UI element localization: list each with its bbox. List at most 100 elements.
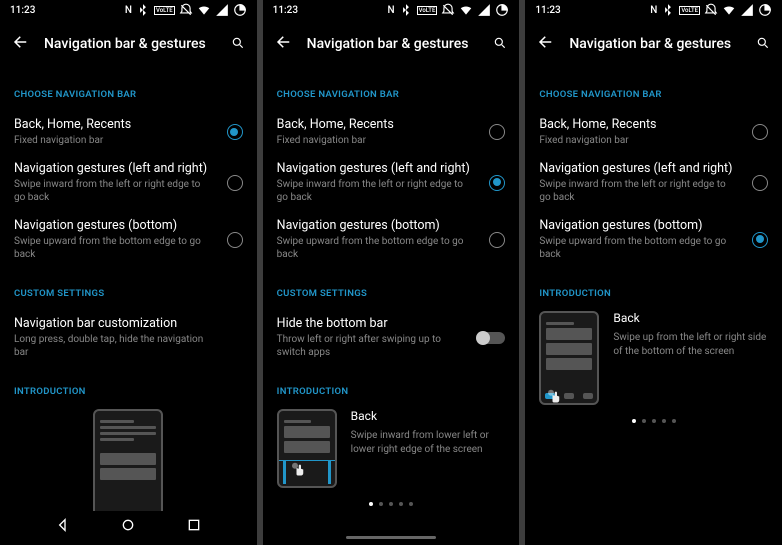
signal-icon [477,3,491,17]
signal-icon [740,3,754,17]
option-gestures-bottom[interactable]: Navigation gestures (bottom) Swipe upwar… [539,211,768,268]
dot-icon [652,419,656,423]
radio-icon[interactable] [489,232,505,248]
option-subtitle: Fixed navigation bar [539,134,729,147]
option-gestures-bottom[interactable]: Navigation gestures (bottom) Swipe upwar… [277,211,506,268]
search-icon[interactable] [756,35,770,54]
nav-recents-icon[interactable] [186,517,202,537]
radio-icon[interactable] [227,232,243,248]
search-icon[interactable] [493,35,507,54]
intro-title: Back [351,409,506,423]
option-back-home-recents[interactable]: Back, Home, Recents Fixed navigation bar [539,110,768,154]
battery-icon [758,3,772,17]
option-navbar-customization[interactable]: Navigation bar customization Long press,… [14,309,243,366]
option-gestures-lr[interactable]: Navigation gestures (left and right) Swi… [277,154,506,211]
option-gestures-lr[interactable]: Navigation gestures (left and right) Swi… [539,154,768,211]
clock: 11:23 [273,5,298,16]
option-hide-bottom-bar[interactable]: Hide the bottom bar Throw left or right … [277,309,506,366]
option-title: Navigation gestures (left and right) [14,161,227,176]
bluetooth-icon [136,3,150,17]
status-icons: N VoLTE [125,3,247,17]
navigation-bar [0,511,257,545]
volte-icon: VoLTE [417,6,438,15]
section-custom: CUSTOM SETTINGS [14,288,243,299]
app-bar: Navigation bar & gestures [263,19,520,69]
nav-back-icon[interactable] [55,517,71,537]
radio-icon[interactable] [227,175,243,191]
hand-gesture-icon [289,462,307,480]
option-gestures-lr[interactable]: Navigation gestures (left and right) Swi… [14,154,243,211]
radio-icon[interactable] [489,175,505,191]
clock: 11:23 [535,5,560,16]
option-title: Hide the bottom bar [277,316,478,331]
clock: 11:23 [10,5,35,16]
option-subtitle: Long press, double tap, hide the navigat… [14,333,204,359]
dot-icon [662,419,666,423]
radio-icon[interactable] [752,175,768,191]
back-icon[interactable] [537,33,555,55]
option-title: Navigation bar customization [14,316,243,331]
status-bar: 11:23 N VoLTE [525,0,782,19]
option-back-home-recents[interactable]: Back, Home, Recents Fixed navigation bar [14,110,243,154]
battery-icon [233,3,247,17]
status-bar: 11:23 N VoLTE [263,0,520,19]
option-gestures-bottom[interactable]: Navigation gestures (bottom) Swipe upwar… [14,211,243,268]
screenshot-2: 11:23 N VoLTE Navigation bar & gestures … [263,0,520,545]
section-introduction: INTRODUCTION [277,386,506,397]
page-title: Navigation bar & gestures [569,36,742,52]
back-icon[interactable] [275,33,293,55]
nfc-icon: N [125,5,132,16]
wifi-icon [722,3,736,17]
option-subtitle: Throw left or right after swiping up to … [277,333,467,359]
toggle-switch[interactable] [477,332,505,344]
option-subtitle: Fixed navigation bar [277,134,467,147]
wifi-icon [459,3,473,17]
nfc-icon: N [650,5,657,16]
back-icon[interactable] [12,33,30,55]
page-title: Navigation bar & gestures [307,36,480,52]
option-back-home-recents[interactable]: Back, Home, Recents Fixed navigation bar [277,110,506,154]
dnd-icon [179,3,193,17]
content-area: CHOOSE NAVIGATION BAR Back, Home, Recent… [525,69,782,545]
option-subtitle: Swipe inward from the left or right edge… [539,178,729,204]
intro-illustration: Back Swipe up from the left or right sid… [539,311,768,405]
intro-description: Swipe up from the left or right side of … [613,331,768,359]
section-introduction: INTRODUCTION [539,288,768,299]
page-title: Navigation bar & gestures [44,36,217,52]
intro-illustration [14,409,243,511]
option-title: Back, Home, Recents [539,117,752,132]
section-choose-nav: CHOOSE NAVIGATION BAR [539,89,768,100]
nfc-icon: N [388,5,395,16]
status-icons: N VoLTE [650,3,772,17]
radio-icon[interactable] [489,124,505,140]
phone-illustration-icon [93,409,163,511]
bluetooth-icon [661,3,675,17]
intro-illustration: Back Swipe inward from lower left or low… [277,409,506,488]
pager-dots [277,502,506,506]
radio-icon[interactable] [752,232,768,248]
nav-home-icon[interactable] [120,517,136,537]
screenshot-3: 11:23 N VoLTE Navigation bar & gestures … [525,0,782,545]
dot-icon [369,502,373,506]
dnd-icon [704,3,718,17]
battery-icon [495,3,509,17]
app-bar: Navigation bar & gestures [0,19,257,69]
radio-icon[interactable] [752,124,768,140]
option-subtitle: Swipe inward from the left or right edge… [277,178,467,204]
option-title: Navigation gestures (bottom) [539,218,752,233]
gesture-handle[interactable] [346,536,436,539]
radio-icon[interactable] [227,124,243,140]
search-icon[interactable] [231,35,245,54]
option-title: Back, Home, Recents [277,117,490,132]
volte-icon: VoLTE [679,6,700,15]
section-introduction: INTRODUCTION [14,386,243,397]
bluetooth-icon [399,3,413,17]
section-custom: CUSTOM SETTINGS [277,288,506,299]
section-choose-nav: CHOOSE NAVIGATION BAR [14,89,243,100]
option-subtitle: Fixed navigation bar [14,134,204,147]
phone-illustration-icon [539,311,599,405]
option-title: Navigation gestures (left and right) [277,161,490,176]
dot-icon [409,502,413,506]
dot-icon [632,419,636,423]
phone-illustration-icon [277,409,337,488]
